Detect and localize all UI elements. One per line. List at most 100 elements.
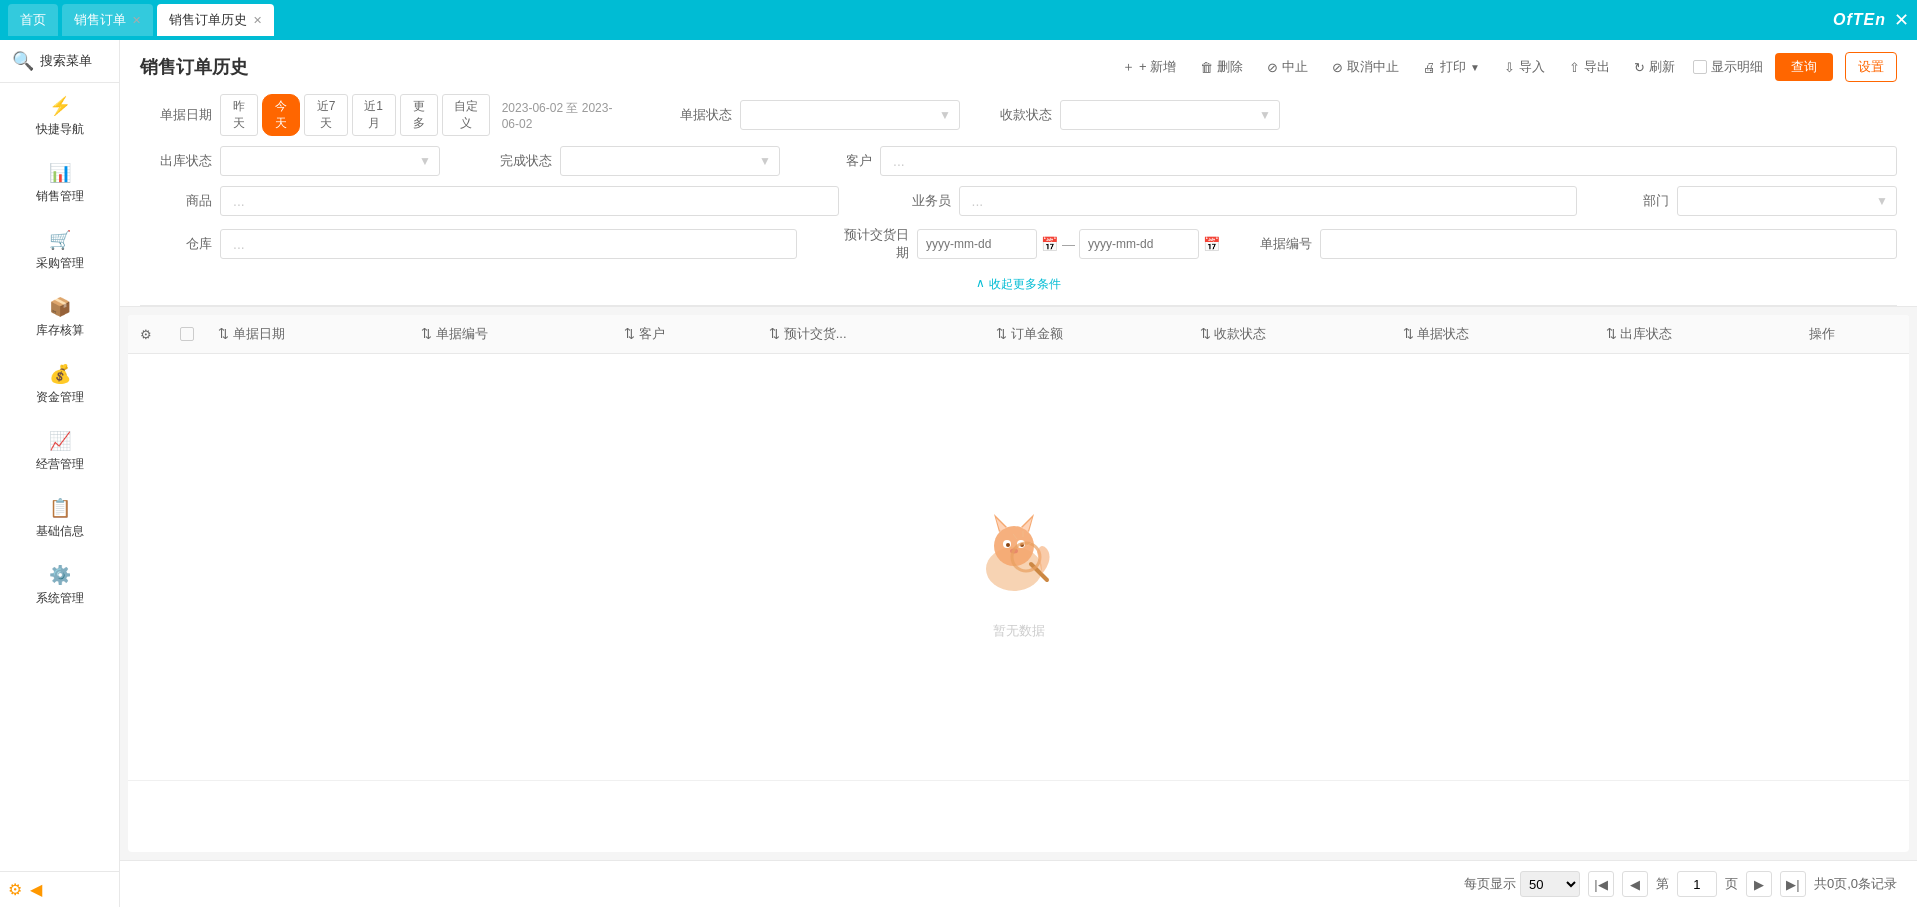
tab-sales-order-history[interactable]: 销售订单历史 ✕ [157,4,274,36]
basic-info-icon: 📋 [49,497,71,519]
sidebar-item-label: 经营管理 [36,456,84,473]
window-close-button[interactable]: ✕ [1894,9,1909,31]
collapse-row[interactable]: ∧ 收起更多条件 [140,272,1897,297]
tab-sales-order-close[interactable]: ✕ [132,14,141,27]
voucher-status-select[interactable]: ▼ [740,100,960,130]
display-detail-label: 显示明细 [1711,58,1763,76]
customer-label: 客户 [800,152,880,170]
stop-icon: ⊘ [1267,60,1278,75]
date-btn-1month[interactable]: 近1月 [352,94,396,136]
salesperson-dots[interactable]: ... [972,193,984,209]
expected-date-end[interactable] [1079,229,1199,259]
sidebar-item-purchase-mgmt[interactable]: 🛒 采购管理 [0,217,119,284]
outbound-status-label: 出库状态 [140,152,220,170]
filter-row-4: 仓库 ... 预计交货日期 📅 — 📅 单据编号 [140,226,1897,262]
sidebar-item-system-mgmt[interactable]: ⚙️ 系统管理 [0,552,119,619]
product-dots[interactable]: ... [233,193,245,209]
date-btn-custom[interactable]: 自定义 [442,94,490,136]
first-page-button[interactable]: |◀ [1588,871,1614,897]
date-btn-today[interactable]: 今天 [262,94,300,136]
stop-button[interactable]: ⊘ 中止 [1261,54,1314,80]
filter-row-2: 出库状态 ▼ 完成状态 ▼ 客户 ... [140,146,1897,176]
print-button[interactable]: 🖨 打印 ▼ [1417,54,1486,80]
th-voucher-status[interactable]: ⇅ 单据状态 [1391,315,1594,354]
warehouse-input[interactable]: ... [220,229,797,259]
page-size-label: 每页显示 [1464,875,1516,893]
th-voucher-date[interactable]: ⇅ 单据日期 [206,315,409,354]
print-icon: 🖨 [1423,60,1436,75]
next-page-button[interactable]: ▶ [1746,871,1772,897]
toolbar: ＋ + 新增 🗑 删除 ⊘ 中止 ⊘ 取消中止 [1116,52,1897,82]
page-header: 销售订单历史 ＋ + 新增 🗑 删除 ⊘ 中止 ⊘ [120,40,1917,307]
th-payment-status[interactable]: ⇅ 收款状态 [1188,315,1391,354]
sidebar-item-basic-info[interactable]: 📋 基础信息 [0,485,119,552]
payment-status-select[interactable]: ▼ [1060,100,1280,130]
page-size-select: 每页显示 50 100 200 [1464,871,1580,897]
sidebar-collapse-btn[interactable]: ◀ [30,880,42,899]
voucher-status-dropdown-icon: ▼ [939,108,951,122]
customer-input[interactable]: ... [880,146,1897,176]
product-input[interactable]: ... [220,186,839,216]
empty-state-row: 暂无数据 [128,354,1909,781]
new-button[interactable]: ＋ + 新增 [1116,54,1182,80]
import-button[interactable]: ⇩ 导入 [1498,54,1551,80]
filter-row-3: 商品 ... 业务员 ... 部门 ▼ [140,186,1897,216]
tab-home[interactable]: 首页 [8,4,58,36]
import-icon: ⇩ [1504,60,1515,75]
date-btn-more[interactable]: 更多 [400,94,438,136]
settings-button[interactable]: 设置 [1845,52,1897,82]
page-size-dropdown[interactable]: 50 100 200 [1520,871,1580,897]
date-btn-7days[interactable]: 近7天 [304,94,348,136]
outbound-status-select[interactable]: ▼ [220,146,440,176]
sidebar-search[interactable]: 🔍 搜索菜单 [0,40,119,83]
sidebar-item-inventory[interactable]: 📦 库存核算 [0,284,119,351]
page-number-input[interactable] [1677,871,1717,897]
voucher-date-label: 单据日期 [140,106,220,124]
product-label: 商品 [140,192,220,210]
th-outbound-status[interactable]: ⇅ 出库状态 [1594,315,1797,354]
customer-dots[interactable]: ... [893,153,905,169]
sidebar-item-label: 资金管理 [36,389,84,406]
display-detail-check[interactable] [1693,60,1707,74]
warehouse-dots[interactable]: ... [233,236,245,252]
query-button[interactable]: 查询 [1775,53,1833,81]
date-buttons-group: 昨天 今天 近7天 近1月 更多 自定义 2023-06-02 至 2023-0… [220,94,620,136]
voucher-number-input[interactable] [1320,229,1897,259]
department-dropdown-icon: ▼ [1876,194,1888,208]
delete-button[interactable]: 🗑 删除 [1194,54,1249,80]
sidebar-item-quick-nav[interactable]: ⚡ 快捷导航 [0,83,119,150]
expected-date-start[interactable] [917,229,1037,259]
quick-nav-icon: ⚡ [49,95,71,117]
sidebar-settings-btn[interactable]: ⚙ [8,880,22,899]
tab-sales-order[interactable]: 销售订单 ✕ [62,4,153,36]
cancel-stop-button[interactable]: ⊘ 取消中止 [1326,54,1405,80]
th-customer[interactable]: ⇅ 客户 [612,315,757,354]
tab-sales-order-history-close[interactable]: ✕ [253,14,262,27]
salesperson-input[interactable]: ... [959,186,1578,216]
sidebar-item-sales-mgmt[interactable]: 📊 销售管理 [0,150,119,217]
page-label: 第 [1656,875,1669,893]
completion-status-select[interactable]: ▼ [560,146,780,176]
sidebar-item-operations[interactable]: 📈 经营管理 [0,418,119,485]
th-order-amount[interactable]: ⇅ 订单金额 [984,315,1187,354]
finance-icon: 💰 [49,363,71,385]
prev-page-button[interactable]: ◀ [1622,871,1648,897]
salesperson-label: 业务员 [879,192,959,210]
date-btn-yesterday[interactable]: 昨天 [220,94,258,136]
print-dropdown-icon: ▼ [1470,62,1480,73]
sidebar-item-label: 采购管理 [36,255,84,272]
th-settings[interactable]: ⚙ [128,315,168,354]
svg-point-8 [1006,543,1010,547]
select-all-checkbox[interactable] [180,327,194,341]
table-settings-icon[interactable]: ⚙ [140,327,152,342]
sidebar-item-finance[interactable]: 💰 资金管理 [0,351,119,418]
th-voucher-number[interactable]: ⇅ 单据编号 [409,315,612,354]
last-page-button[interactable]: ▶| [1780,871,1806,897]
delete-icon: 🗑 [1200,60,1213,75]
refresh-button[interactable]: ↻ 刷新 [1628,54,1681,80]
collapse-icon: ∧ [976,276,985,293]
display-detail-checkbox[interactable]: 显示明细 [1693,58,1763,76]
export-button[interactable]: ⇧ 导出 [1563,54,1616,80]
department-select[interactable]: ▼ [1677,186,1897,216]
th-expected-delivery[interactable]: ⇅ 预计交货... [757,315,984,354]
